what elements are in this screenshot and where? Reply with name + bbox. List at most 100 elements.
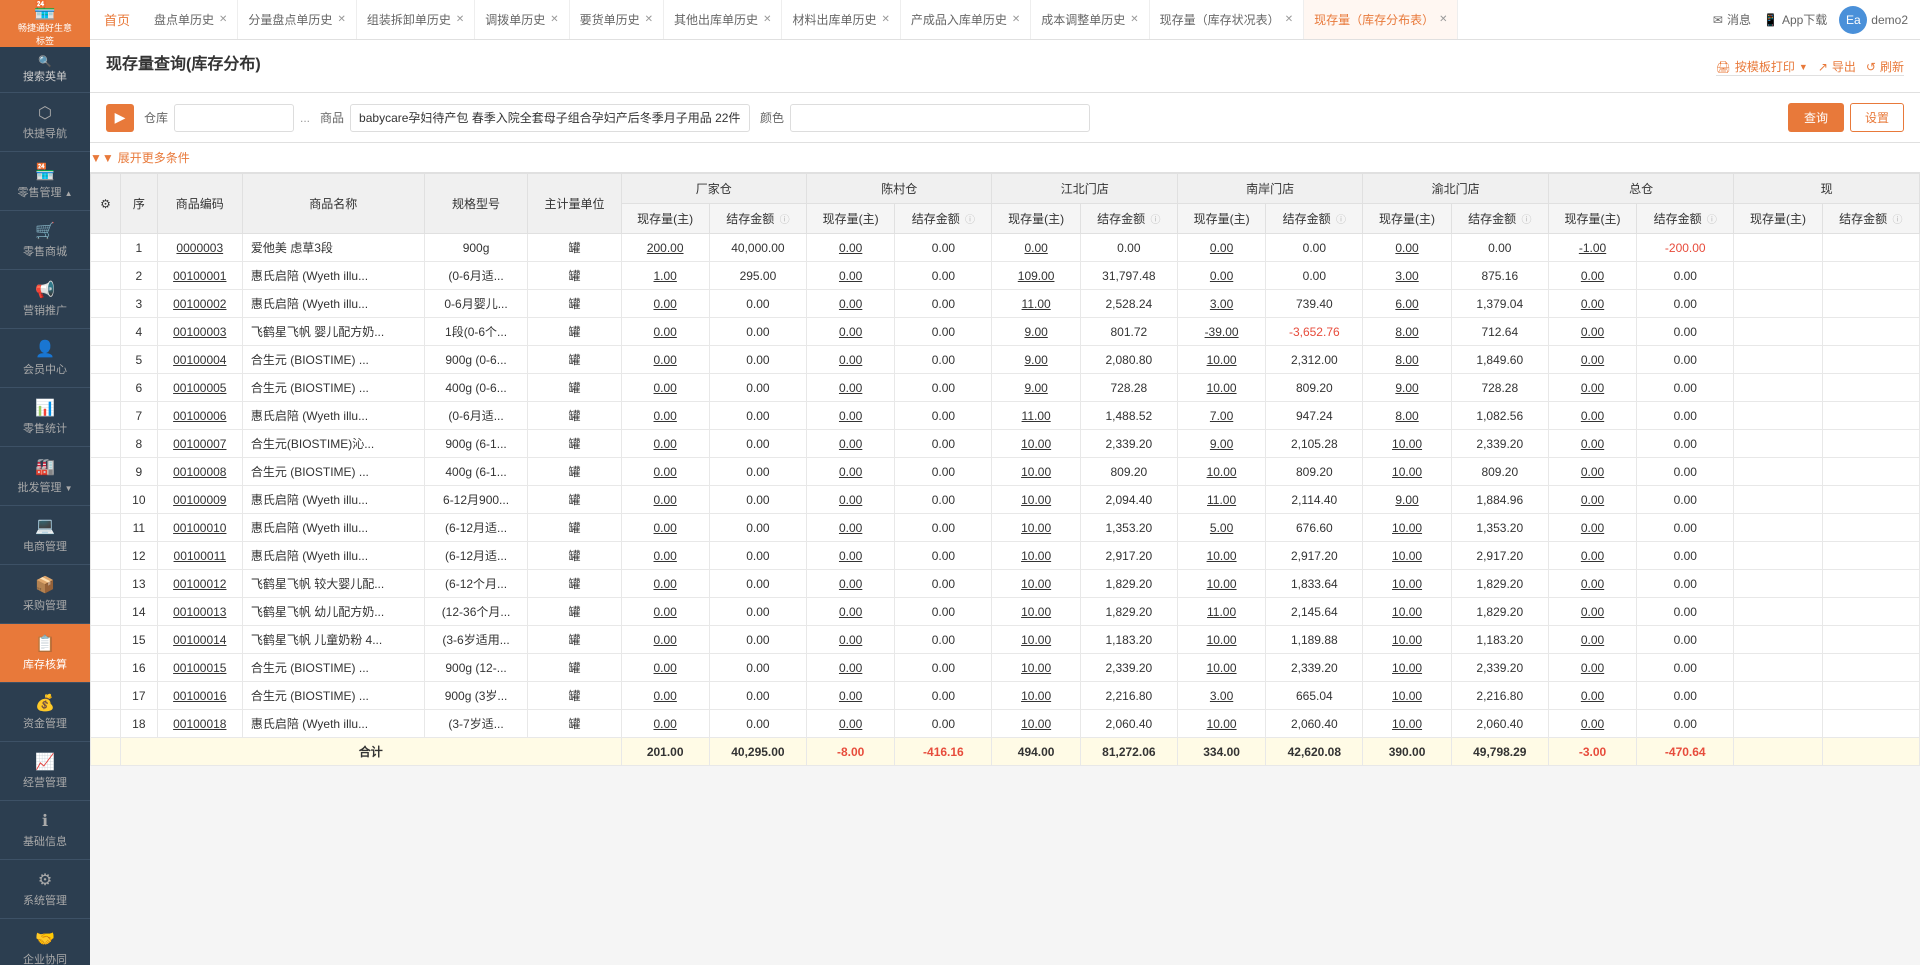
col-gear[interactable]: ⚙ — [91, 174, 121, 234]
row-jiangbei-qty[interactable]: 10.00 — [992, 710, 1080, 738]
tab-xiancunliang-kuangkuang[interactable]: 现存量（库存状况表） ✕ — [1150, 0, 1304, 39]
row-total-qty[interactable]: 0.00 — [1548, 682, 1636, 710]
row-chencun-qty[interactable]: 0.00 — [807, 290, 895, 318]
row-total-qty[interactable]: 0.00 — [1548, 570, 1636, 598]
row-yubei-qty[interactable]: 0.00 — [1363, 234, 1451, 262]
sidebar-item-wholesale[interactable]: 🏭 批发管理 ▼ — [0, 447, 90, 506]
row-chencun-qty[interactable]: 0.00 — [807, 430, 895, 458]
row-changjia-qty[interactable]: 0.00 — [621, 542, 709, 570]
tab-zuzhuang[interactable]: 组装拆卸单历史 ✕ — [357, 0, 475, 39]
row-yubei-qty[interactable]: 9.00 — [1363, 486, 1451, 514]
row-total-qty[interactable]: 0.00 — [1548, 514, 1636, 542]
row-code[interactable]: 00100018 — [157, 710, 242, 738]
tab-yaohuo[interactable]: 要货单历史 ✕ — [570, 0, 664, 39]
row-code[interactable]: 00100014 — [157, 626, 242, 654]
tab-pandian[interactable]: 盘点单历史 ✕ — [144, 0, 238, 39]
row-changjia-qty[interactable]: 1.00 — [621, 262, 709, 290]
row-chencun-qty[interactable]: 0.00 — [807, 570, 895, 598]
close-chengbentiaozhen-icon[interactable]: ✕ — [1130, 14, 1138, 25]
sidebar-item-nav[interactable]: ⬡ 快捷导航 — [0, 93, 90, 152]
sidebar-item-system[interactable]: ⚙ 系统管理 — [0, 860, 90, 919]
tab-qitachuku[interactable]: 其他出库单历史 ✕ — [664, 0, 782, 39]
row-total-qty[interactable]: 0.00 — [1548, 458, 1636, 486]
chencun-amt-info-icon[interactable]: ⓘ — [965, 215, 975, 226]
row-changjia-qty[interactable]: 0.00 — [621, 598, 709, 626]
row-jiangbei-qty[interactable]: 10.00 — [992, 626, 1080, 654]
row-changjia-qty[interactable]: 0.00 — [621, 514, 709, 542]
row-total-qty[interactable]: 0.00 — [1548, 402, 1636, 430]
close-chanchenpin-icon[interactable]: ✕ — [1012, 14, 1020, 25]
row-code[interactable]: 00100016 — [157, 682, 242, 710]
row-changjia-qty[interactable]: 0.00 — [621, 374, 709, 402]
row-code[interactable]: 00100011 — [157, 542, 242, 570]
row-nangan-qty[interactable]: 10.00 — [1177, 654, 1265, 682]
query-btn[interactable]: 查询 — [1788, 103, 1844, 132]
row-yubei-qty[interactable]: 10.00 — [1363, 654, 1451, 682]
row-yubei-qty[interactable]: 10.00 — [1363, 710, 1451, 738]
row-code[interactable]: 00100004 — [157, 346, 242, 374]
row-code[interactable]: 00100006 — [157, 402, 242, 430]
sidebar-search-item[interactable]: 🔍 搜索英单 — [0, 47, 90, 93]
row-chencun-qty[interactable]: 0.00 — [807, 346, 895, 374]
row-gear[interactable] — [91, 486, 121, 514]
row-gear[interactable] — [91, 542, 121, 570]
row-yubei-qty[interactable]: 8.00 — [1363, 402, 1451, 430]
row-total-qty[interactable]: 0.00 — [1548, 290, 1636, 318]
row-nangan-qty[interactable]: 10.00 — [1177, 710, 1265, 738]
row-code[interactable]: 00100003 — [157, 318, 242, 346]
row-changjia-qty[interactable]: 0.00 — [621, 458, 709, 486]
row-changjia-qty[interactable]: 0.00 — [621, 710, 709, 738]
row-chencun-qty[interactable]: 0.00 — [807, 458, 895, 486]
row-code[interactable]: 00100001 — [157, 262, 242, 290]
row-jiangbei-qty[interactable]: 9.00 — [992, 374, 1080, 402]
row-nangan-qty[interactable]: 5.00 — [1177, 514, 1265, 542]
tab-chengbentiaozhen[interactable]: 成本调整单历史 ✕ — [1031, 0, 1149, 39]
app-btn[interactable]: 📱 App下载 — [1763, 11, 1827, 28]
row-chencun-qty[interactable]: 0.00 — [807, 402, 895, 430]
row-changjia-qty[interactable]: 0.00 — [621, 430, 709, 458]
row-jiangbei-qty[interactable]: 0.00 — [992, 234, 1080, 262]
row-nangan-qty[interactable]: 10.00 — [1177, 570, 1265, 598]
row-chencun-qty[interactable]: 0.00 — [807, 654, 895, 682]
close-diaobo-icon[interactable]: ✕ — [550, 14, 558, 25]
row-yubei-qty[interactable]: 10.00 — [1363, 598, 1451, 626]
close-zuzhuang-icon[interactable]: ✕ — [456, 14, 464, 25]
close-xiancunliang-fenbu-icon[interactable]: ✕ — [1439, 14, 1447, 25]
user-profile-btn[interactable]: Ea demo2 — [1839, 6, 1908, 34]
row-gear[interactable] — [91, 514, 121, 542]
row-gear[interactable] — [91, 290, 121, 318]
sidebar-item-operations[interactable]: 📈 经营管理 — [0, 742, 90, 801]
row-jiangbei-qty[interactable]: 10.00 — [992, 542, 1080, 570]
row-jiangbei-qty[interactable]: 10.00 — [992, 514, 1080, 542]
row-jiangbei-qty[interactable]: 10.00 — [992, 682, 1080, 710]
sidebar-item-purchase[interactable]: 📦 采购管理 — [0, 565, 90, 624]
row-nangan-qty[interactable]: 0.00 — [1177, 234, 1265, 262]
sidebar-item-basic[interactable]: ℹ 基础信息 — [0, 801, 90, 860]
row-nangan-qty[interactable]: 3.00 — [1177, 290, 1265, 318]
row-code[interactable]: 00100010 — [157, 514, 242, 542]
row-changjia-qty[interactable]: 0.00 — [621, 402, 709, 430]
row-gear[interactable] — [91, 570, 121, 598]
row-chencun-qty[interactable]: 0.00 — [807, 598, 895, 626]
row-changjia-qty[interactable]: 0.00 — [621, 682, 709, 710]
row-nangan-qty[interactable]: 7.00 — [1177, 402, 1265, 430]
row-chencun-qty[interactable]: 0.00 — [807, 234, 895, 262]
row-code[interactable]: 00100012 — [157, 570, 242, 598]
row-total-qty[interactable]: 0.00 — [1548, 542, 1636, 570]
refresh-btn[interactable]: ↺ 刷新 — [1866, 58, 1904, 75]
row-changjia-qty[interactable]: 0.00 — [621, 626, 709, 654]
row-chencun-qty[interactable]: 0.00 — [807, 514, 895, 542]
row-yubei-qty[interactable]: 10.00 — [1363, 430, 1451, 458]
row-nangan-qty[interactable]: 10.00 — [1177, 542, 1265, 570]
row-code[interactable]: 00100008 — [157, 458, 242, 486]
row-nangan-qty[interactable]: 9.00 — [1177, 430, 1265, 458]
row-gear[interactable] — [91, 374, 121, 402]
row-gear[interactable] — [91, 346, 121, 374]
row-total-qty[interactable]: 0.00 — [1548, 710, 1636, 738]
close-yaohuo-icon[interactable]: ✕ — [645, 14, 653, 25]
row-code[interactable]: 00100015 — [157, 654, 242, 682]
row-jiangbei-qty[interactable]: 10.00 — [992, 570, 1080, 598]
export-btn[interactable]: ↗ 导出 — [1818, 58, 1856, 75]
changjia-amt-info-icon[interactable]: ⓘ — [780, 215, 790, 226]
sidebar-item-marketing[interactable]: 📢 营销推广 — [0, 270, 90, 329]
